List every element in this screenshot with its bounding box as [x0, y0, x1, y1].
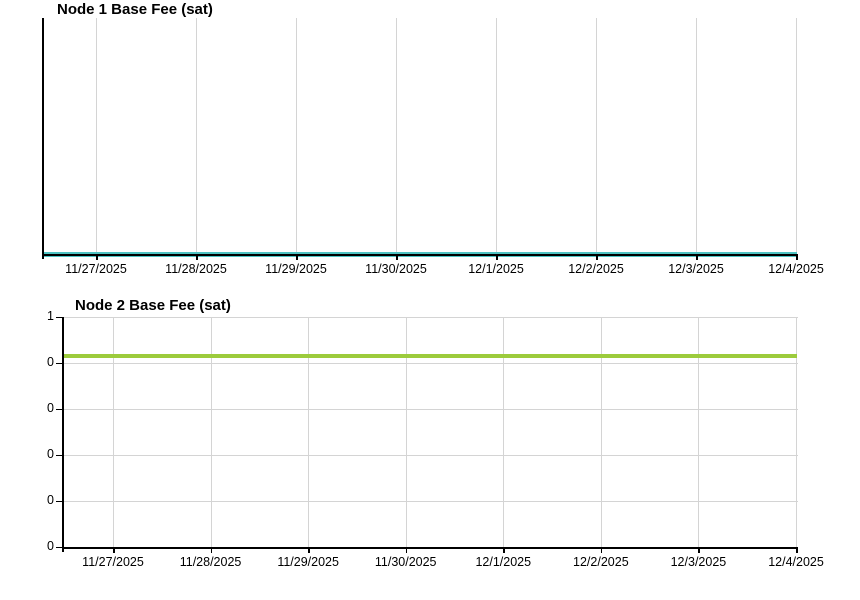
x-tick-label: 12/4/2025 — [768, 555, 824, 569]
x-gridline — [196, 18, 197, 254]
x-tick-mark — [796, 255, 798, 260]
y-tick-label: 0 — [47, 447, 54, 461]
x-tick-mark — [296, 255, 298, 260]
x-tick-label: 11/27/2025 — [82, 555, 144, 569]
x-tick-label: 12/2/2025 — [573, 555, 629, 569]
y-tick-mark — [56, 454, 62, 456]
x-tick-mark — [496, 255, 498, 260]
y-gridline — [63, 409, 798, 410]
x-tick-label: 12/2/2025 — [568, 262, 624, 276]
x-tick-mark — [600, 548, 603, 553]
x-tick-label: 11/29/2025 — [265, 262, 327, 276]
x-tick-label: 12/3/2025 — [670, 555, 727, 569]
x-tick-mark — [796, 548, 798, 553]
x-tick-mark — [113, 548, 115, 553]
y-tick-label: 0 — [47, 493, 54, 507]
node1-chart-title: Node 1 Base Fee (sat) — [57, 1, 213, 18]
y-gridline — [63, 501, 798, 502]
x-tick-mark — [308, 548, 310, 553]
y-gridline — [63, 317, 798, 318]
y-axis — [62, 317, 64, 552]
x-axis — [62, 547, 798, 549]
x-gridline — [210, 317, 212, 547]
x-tick-label: 11/30/2025 — [365, 262, 427, 276]
x-tick-label: 11/30/2025 — [374, 555, 437, 569]
x-gridline — [296, 18, 297, 254]
y-tick-label: 0 — [47, 401, 54, 415]
y-tick-mark — [56, 500, 62, 502]
x-tick-label: 12/1/2025 — [468, 262, 524, 276]
x-gridline — [503, 317, 505, 547]
x-gridline — [396, 18, 397, 254]
x-gridline — [796, 18, 797, 254]
x-tick-mark — [503, 548, 505, 553]
x-gridline — [496, 18, 497, 254]
x-tick-label: 12/3/2025 — [668, 262, 724, 276]
x-tick-mark — [405, 548, 408, 553]
x-tick-mark — [596, 255, 598, 260]
x-gridline — [308, 317, 310, 547]
x-gridline — [698, 317, 700, 547]
y-tick-mark — [56, 546, 62, 548]
x-gridline — [113, 317, 114, 547]
y-tick-mark — [56, 316, 62, 318]
x-tick-label: 11/27/2025 — [65, 262, 127, 276]
x-gridline — [596, 18, 597, 254]
y-gridline — [63, 363, 798, 364]
x-tick-label: 12/1/2025 — [475, 555, 532, 569]
node1-chart-plot-area: 11/27/2025 11/28/2025 11/29/2025 11/30/2025… — [42, 18, 824, 276]
x-gridline — [796, 317, 797, 547]
node2-chart-title: Node 2 Base Fee (sat) — [75, 297, 231, 314]
y-tick-label: 0 — [47, 539, 54, 553]
node2-chart-plot-area: 11/27/2025 11/28/2025 11/29/2025 11/30/2025… — [47, 309, 824, 569]
y-axis — [42, 18, 44, 259]
x-tick-mark — [698, 548, 700, 553]
x-gridline — [96, 18, 97, 254]
base-fee-series-line — [63, 354, 797, 358]
y-tick-label: 1 — [47, 309, 54, 323]
dashboard-charts-panel: Node 1 Base Fee (sat) 11/27/2025 11/28/20… — [0, 0, 860, 600]
y-tick-mark — [56, 408, 62, 410]
x-gridline — [600, 317, 602, 547]
x-tick-label: 11/28/2025 — [165, 262, 227, 276]
x-gridline — [405, 317, 407, 547]
x-tick-label: 11/28/2025 — [179, 555, 242, 569]
y-gridline — [63, 455, 798, 456]
x-axis — [42, 254, 798, 256]
x-tick-mark — [210, 548, 213, 553]
x-tick-mark — [196, 255, 198, 260]
x-tick-mark — [96, 255, 98, 260]
x-tick-mark — [696, 255, 698, 260]
y-tick-mark — [56, 362, 62, 364]
x-tick-mark — [396, 255, 398, 260]
x-tick-label: 12/4/2025 — [768, 262, 824, 276]
x-tick-label: 11/29/2025 — [277, 555, 339, 569]
x-gridline — [696, 18, 697, 254]
y-tick-label: 0 — [47, 355, 54, 369]
